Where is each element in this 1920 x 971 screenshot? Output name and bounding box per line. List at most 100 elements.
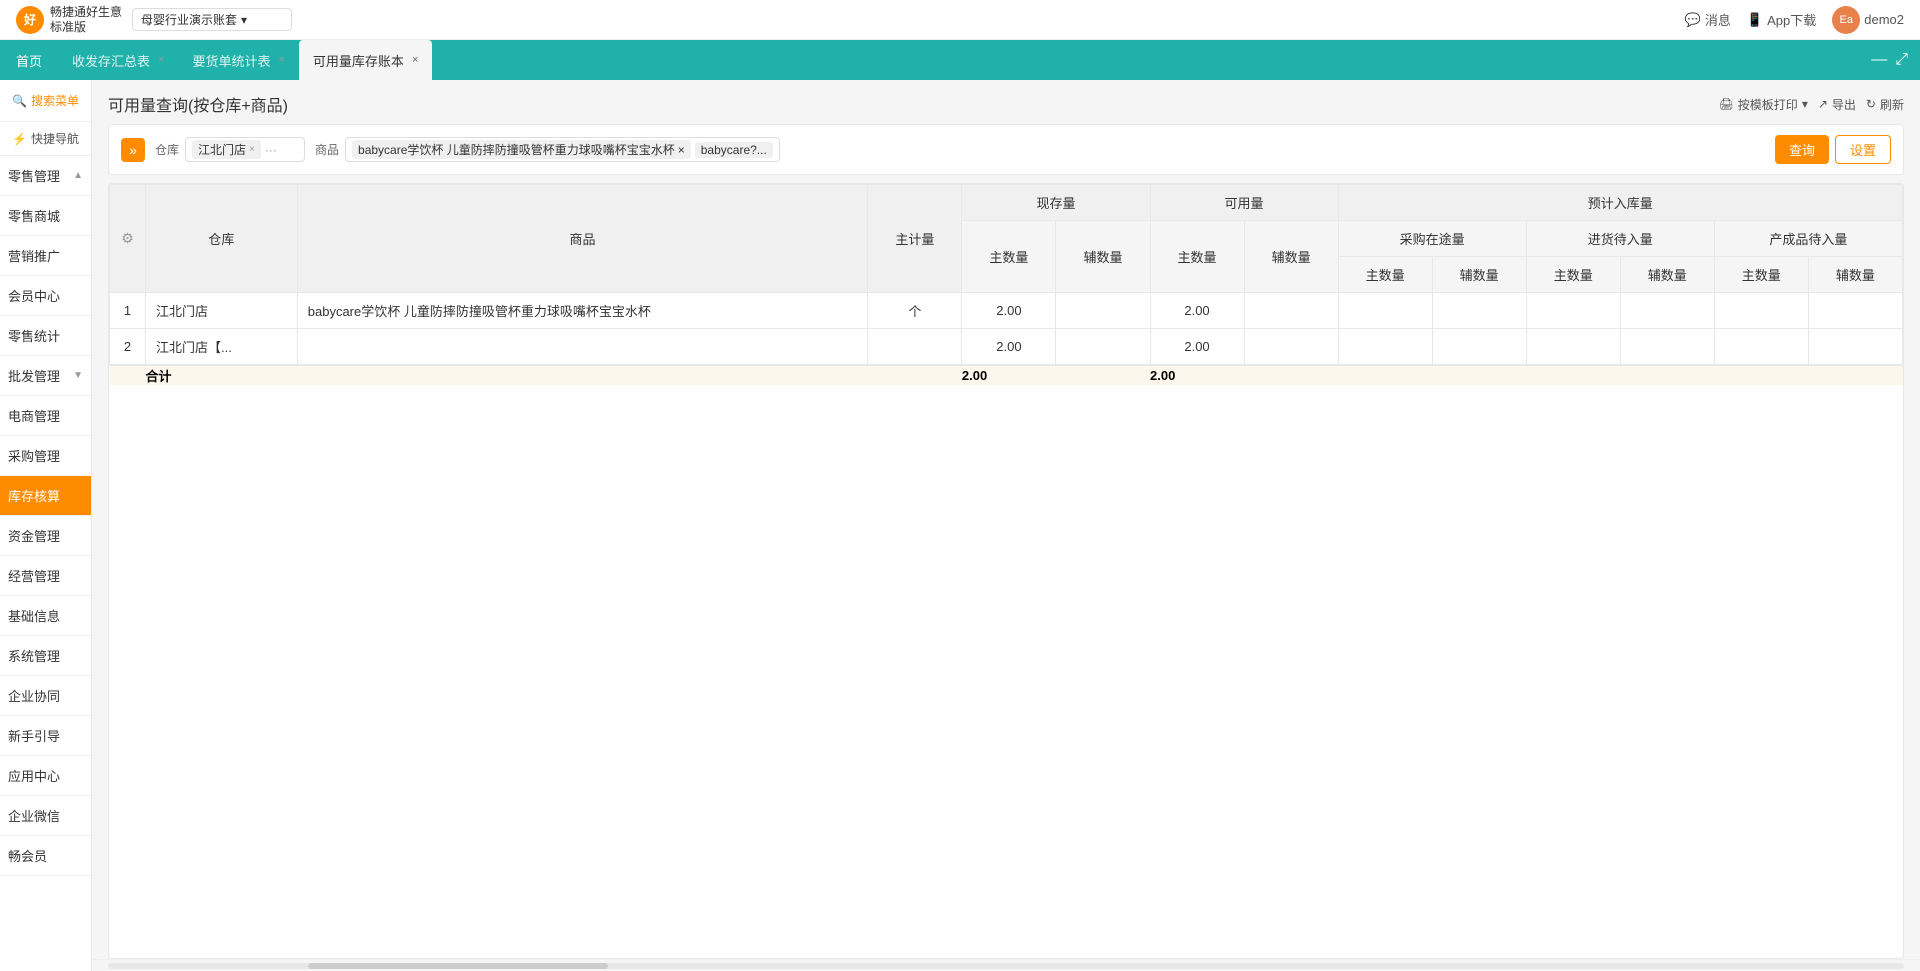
tab-home[interactable]: 首页	[0, 40, 58, 80]
filter-bar: » 仓库 江北门店 × ··· 商品 babycare学饮杯 儿童防摔防撞吸管杯…	[108, 124, 1904, 175]
footer-avail-aux	[1244, 365, 1338, 385]
table-header-row-1: ⚙ 仓库 商品 主计量 现存量 可用量 预计入库量	[110, 185, 1903, 221]
sidebar-item-inventory[interactable]: 库存核算	[0, 476, 91, 516]
product-tag-1-close[interactable]: ×	[678, 143, 685, 157]
product-tag-container[interactable]: babycare学饮杯 儿童防摔防撞吸管杯重力球吸嘴杯宝宝水杯 × babyca…	[345, 137, 780, 162]
table-row: 2 江北门店【... 2.00 2.00	[110, 329, 1903, 366]
th-purchase-main: 主数量	[1338, 257, 1432, 293]
sidebar-item-member-vip[interactable]: 畅会员	[0, 836, 91, 876]
tab-close-3[interactable]: ×	[412, 54, 418, 66]
message-btn[interactable]: 💬 消息	[1685, 10, 1731, 29]
sidebar-item-ecommerce-mgmt[interactable]: 电商管理	[0, 396, 91, 436]
sidebar-item-member-center[interactable]: 会员中心	[0, 276, 91, 316]
logo-area: 好 畅捷通好生意 标准版	[16, 5, 122, 34]
product-tag-2: babycare?...	[695, 142, 773, 158]
export-icon: ↗	[1818, 97, 1828, 111]
chevron-down-icon: ▾	[1802, 97, 1808, 111]
footer-empty-1	[110, 365, 146, 385]
product-filter: 商品 babycare学饮杯 儿童防摔防撞吸管杯重力球吸嘴杯宝宝水杯 × bab…	[315, 137, 780, 162]
sidebar-item-operations[interactable]: 经营管理	[0, 556, 91, 596]
chevron-down-icon: ▼	[73, 370, 83, 381]
sidebar-item-wholesale-mgmt[interactable]: 批发管理 ▼	[0, 356, 91, 396]
quick-nav-btn[interactable]: ⚡ 快捷导航	[0, 122, 91, 156]
th-settings[interactable]: ⚙	[110, 185, 146, 293]
row-1-avail-main: 2.00	[1150, 293, 1244, 329]
row-2-index: 2	[110, 329, 146, 366]
table-wrapper: ⚙ 仓库 商品 主计量 现存量 可用量 预计入库量 主数量 辅数量 主数量 辅数…	[108, 183, 1904, 959]
th-inbound-main: 主数量	[1526, 257, 1620, 293]
warehouse-label: 仓库	[155, 141, 179, 158]
filter-more-dots[interactable]: ···	[265, 143, 277, 157]
row-1-purchase-aux	[1432, 293, 1526, 329]
table-footer-row: 合计 2.00 2.00	[110, 365, 1903, 385]
th-avail-main: 主数量	[1150, 221, 1244, 293]
sidebar-item-retail-stats[interactable]: 零售统计	[0, 316, 91, 356]
row-2-purchase-aux	[1432, 329, 1526, 366]
th-product: 商品	[297, 185, 868, 293]
tab-close-1[interactable]: ×	[158, 54, 164, 66]
sidebar: 🔍 搜索菜单 ⚡ 快捷导航 零售管理 ▲ 零售商城 营销推广 会员中心 零售统计…	[0, 80, 92, 971]
footer-purchase-main	[1338, 365, 1432, 385]
sidebar-item-retail-mgmt[interactable]: 零售管理 ▲	[0, 156, 91, 196]
settings-btn[interactable]: 设置	[1835, 135, 1891, 164]
sidebar-item-system-mgmt[interactable]: 系统管理	[0, 636, 91, 676]
sidebar-item-wechat-biz[interactable]: 企业微信	[0, 796, 91, 836]
main-layout: 🔍 搜索菜单 ⚡ 快捷导航 零售管理 ▲ 零售商城 营销推广 会员中心 零售统计…	[0, 80, 1920, 971]
th-stock-aux: 辅数量	[1056, 221, 1150, 293]
footer-avail-main: 2.00	[1150, 365, 1244, 385]
scroll-track[interactable]	[108, 963, 1904, 969]
footer-production-main	[1714, 365, 1808, 385]
footer-production-aux	[1808, 365, 1902, 385]
th-available: 可用量	[1150, 185, 1338, 221]
sidebar-item-newcomer-guide[interactable]: 新手引导	[0, 716, 91, 756]
row-2-product	[297, 329, 868, 366]
warehouse-tag-container[interactable]: 江北门店 × ···	[185, 137, 305, 162]
filter-actions: 查询 设置	[1775, 135, 1891, 164]
sidebar-item-app-center[interactable]: 应用中心	[0, 756, 91, 796]
th-unit: 主计量	[868, 185, 962, 293]
warehouse-tag-close[interactable]: ×	[249, 144, 255, 155]
query-btn[interactable]: 查询	[1775, 135, 1829, 164]
filter-expand-btn[interactable]: »	[121, 138, 145, 162]
export-btn[interactable]: ↗ 导出	[1818, 96, 1856, 113]
search-menu-btn[interactable]: 🔍 搜索菜单	[8, 88, 83, 113]
tab-actions: — ⤢	[1859, 51, 1920, 69]
th-stock: 现存量	[962, 185, 1150, 221]
row-1-stock-main: 2.00	[962, 293, 1056, 329]
chevron-down-icon: ▾	[241, 13, 247, 27]
tab-close-2[interactable]: ×	[278, 54, 284, 66]
th-purchase-transit: 采购在途量	[1338, 221, 1526, 257]
th-inbound-aux: 辅数量	[1620, 257, 1714, 293]
page-header: 可用量查询(按仓库+商品) 🖨 按模板打印 ▾ ↗ 导出 ↻ 刷新	[92, 80, 1920, 124]
row-1-stock-aux	[1056, 293, 1150, 329]
sidebar-item-marketing[interactable]: 营销推广	[0, 236, 91, 276]
row-1-production-aux	[1808, 293, 1902, 329]
message-icon: 💬	[1685, 12, 1701, 28]
printer-icon: 🖨	[1719, 97, 1734, 111]
minus-icon[interactable]: —	[1871, 51, 1887, 69]
user-profile-btn[interactable]: Ea demo2	[1832, 6, 1904, 34]
tab-yaohuo[interactable]: 要货单统计表 ×	[178, 40, 298, 80]
sidebar-item-finance[interactable]: 资金管理	[0, 516, 91, 556]
template-print-btn[interactable]: 🖨 按模板打印 ▾	[1719, 96, 1808, 113]
expand-icon[interactable]: ⤢	[1895, 51, 1908, 69]
row-1-avail-aux	[1244, 293, 1338, 329]
store-selector[interactable]: 母婴行业演示账套 ▾	[132, 8, 292, 31]
app-download-btn[interactable]: 📱 App下载	[1747, 10, 1816, 29]
gear-icon[interactable]: ⚙	[121, 230, 134, 246]
sidebar-item-basic-info[interactable]: 基础信息	[0, 596, 91, 636]
th-production-main: 主数量	[1714, 257, 1808, 293]
page-title: 可用量查询(按仓库+商品)	[108, 92, 288, 116]
sidebar-item-retail-mall[interactable]: 零售商城	[0, 196, 91, 236]
tab-keyongliang[interactable]: 可用量库存账本 ×	[299, 40, 432, 80]
search-icon: 🔍	[12, 94, 27, 108]
chevron-up-icon: ▲	[73, 170, 83, 181]
sidebar-item-purchase-mgmt[interactable]: 采购管理	[0, 436, 91, 476]
sidebar-item-enterprise-collab[interactable]: 企业协同	[0, 676, 91, 716]
refresh-btn[interactable]: ↻ 刷新	[1866, 96, 1904, 113]
row-2-production-aux	[1808, 329, 1902, 366]
scroll-thumb[interactable]	[308, 963, 608, 969]
row-1-production-main	[1714, 293, 1808, 329]
table-row: 1 江北门店 babycare学饮杯 儿童防摔防撞吸管杯重力球吸嘴杯宝宝水杯 个…	[110, 293, 1903, 329]
tab-shoufa[interactable]: 收发存汇总表 ×	[58, 40, 178, 80]
